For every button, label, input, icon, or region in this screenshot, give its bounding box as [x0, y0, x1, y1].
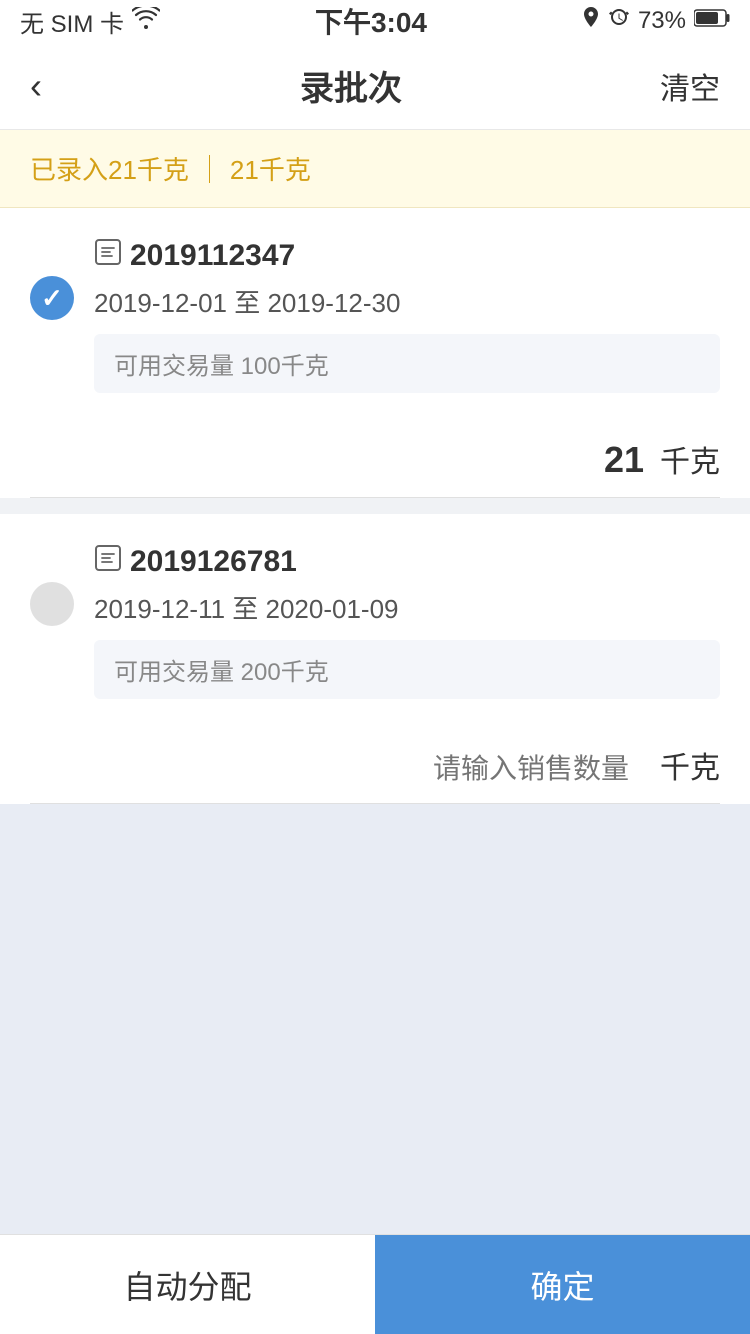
recorded-label: 已录入21千克 — [30, 150, 189, 187]
batch-checkbox-1[interactable]: ✓ — [30, 276, 74, 320]
empty-area — [0, 804, 750, 1244]
batch-item-1: ✓ 2019112347 2019-12-01 至 2019-12-30 可用交… — [30, 238, 720, 393]
batch-doc-icon-2 — [94, 544, 122, 579]
location-icon — [582, 7, 600, 36]
banner-amount: 21千克 — [230, 150, 311, 187]
nav-bar: ‹ 录批次 清空 — [0, 42, 750, 130]
batch-card-inner-2: 2019126781 2019-12-11 至 2020-01-09 可用交易量… — [0, 514, 750, 723]
amount-row-2[interactable]: 千克 — [0, 723, 750, 803]
banner-divider — [209, 155, 210, 183]
auto-distribute-label: 自动分配 — [123, 1262, 251, 1308]
status-bar: 无 SIM 卡 下午3:04 73% — [0, 0, 750, 42]
quantity-input-2[interactable] — [30, 753, 644, 785]
batch-card-2: 2019126781 2019-12-11 至 2020-01-09 可用交易量… — [0, 514, 750, 804]
confirm-button[interactable]: 确定 — [375, 1235, 750, 1334]
batch-item-2: 2019126781 2019-12-11 至 2020-01-09 可用交易量… — [30, 544, 720, 699]
wifi-icon — [132, 7, 160, 36]
battery-percentage: 73% — [638, 7, 686, 35]
checkmark-1: ✓ — [41, 283, 63, 314]
batch-id-1: 2019112347 — [130, 239, 295, 273]
batch-info-1: 2019112347 2019-12-01 至 2019-12-30 可用交易量… — [94, 238, 720, 393]
clear-button[interactable]: 清空 — [660, 64, 720, 108]
confirm-label: 确定 — [530, 1262, 594, 1308]
amount-value-1: 21 — [604, 439, 644, 481]
batch-doc-icon-1 — [94, 238, 122, 273]
section-separator — [0, 498, 750, 514]
status-left: 无 SIM 卡 — [20, 4, 160, 39]
amount-row-1: 21 千克 — [0, 417, 750, 497]
batch-info-2: 2019126781 2019-12-11 至 2020-01-09 可用交易量… — [94, 544, 720, 699]
batch-card-1: ✓ 2019112347 2019-12-01 至 2019-12-30 可用交… — [0, 208, 750, 498]
no-sim-text: 无 SIM 卡 — [20, 4, 124, 39]
status-time: 下午3:04 — [315, 1, 427, 41]
amount-unit-2: 千克 — [660, 743, 720, 787]
alarm-icon — [608, 7, 630, 36]
batch-id-row-2: 2019126781 — [94, 544, 720, 579]
batch-date-1: 2019-12-01 至 2019-12-30 — [94, 283, 720, 320]
batch-card-inner-1: ✓ 2019112347 2019-12-01 至 2019-12-30 可用交… — [0, 208, 750, 417]
batch-avail-1: 可用交易量 100千克 — [94, 334, 720, 393]
battery-icon — [694, 7, 730, 35]
batch-date-2: 2019-12-11 至 2020-01-09 — [94, 589, 720, 626]
batch-id-row-1: 2019112347 — [94, 238, 720, 273]
back-button[interactable]: ‹ — [30, 65, 42, 107]
status-right: 73% — [582, 7, 730, 36]
info-banner: 已录入21千克 21千克 — [0, 130, 750, 208]
batch-checkbox-2[interactable] — [30, 582, 74, 626]
auto-distribute-button[interactable]: 自动分配 — [0, 1235, 375, 1334]
bottom-bar: 自动分配 确定 — [0, 1234, 750, 1334]
page-title: 录批次 — [300, 61, 402, 110]
batch-avail-2: 可用交易量 200千克 — [94, 640, 720, 699]
batch-id-2: 2019126781 — [130, 545, 297, 579]
amount-unit-1: 千克 — [660, 437, 720, 481]
